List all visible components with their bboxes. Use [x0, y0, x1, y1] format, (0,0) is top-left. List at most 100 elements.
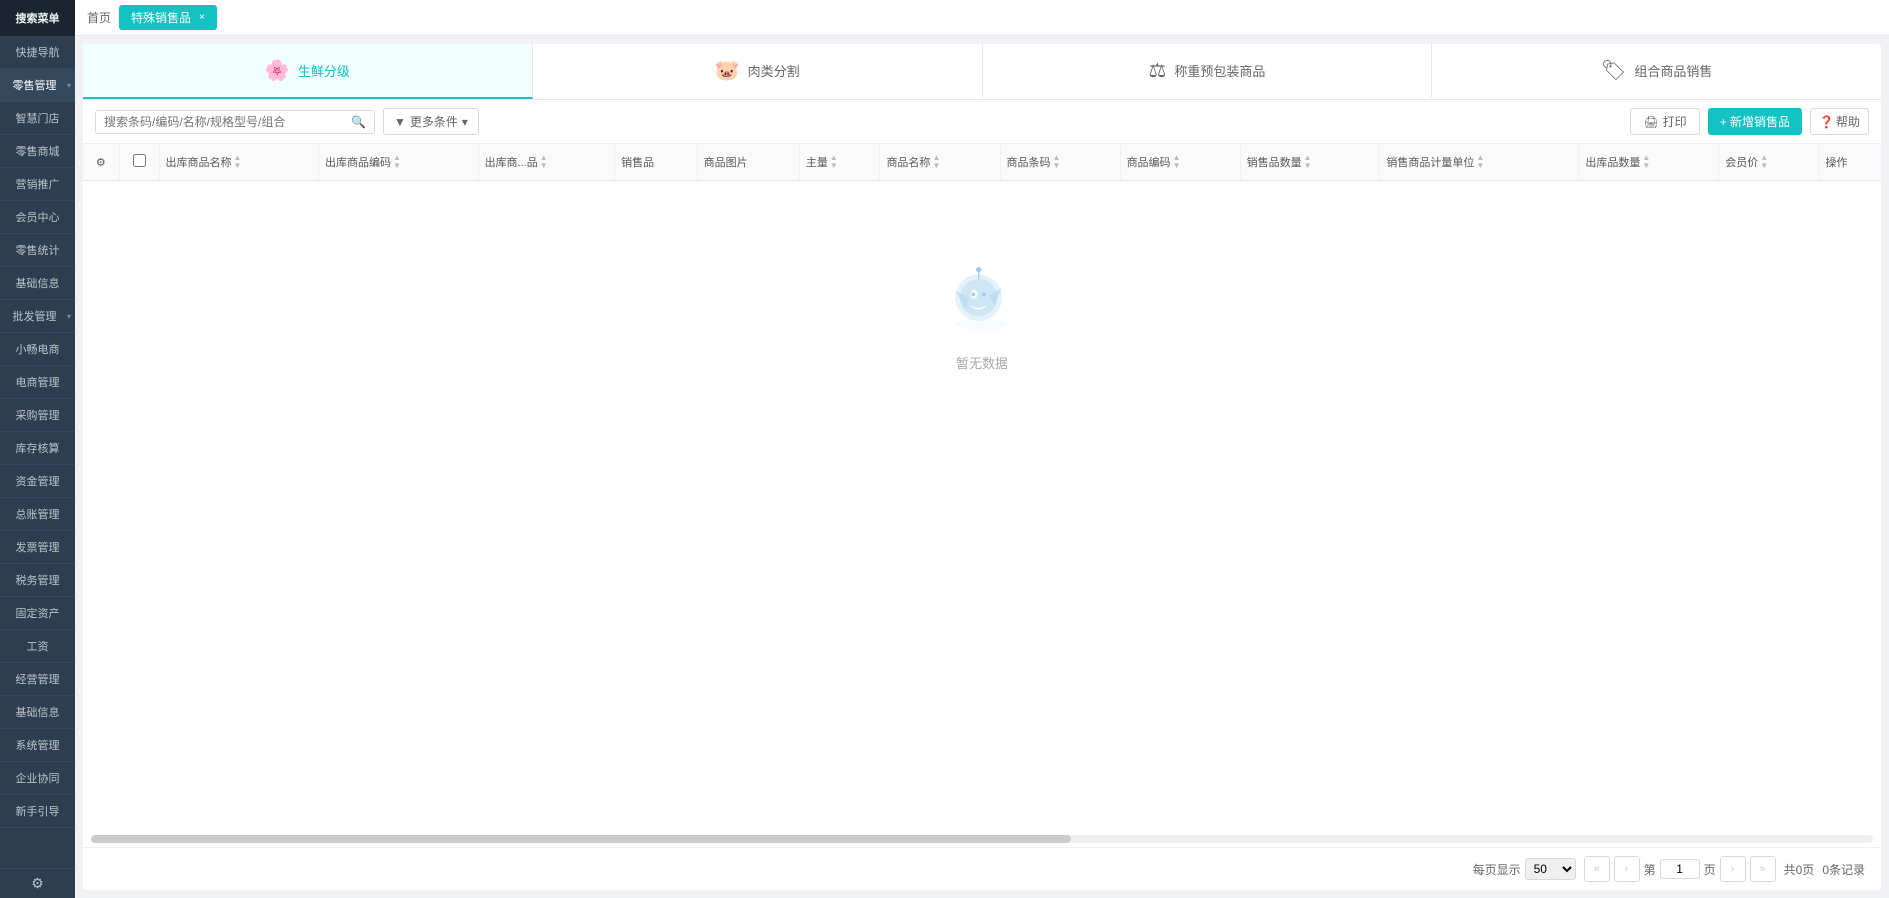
prev-page-button[interactable]: ‹	[1614, 856, 1640, 882]
sidebar-item-retail-mall[interactable]: 零售商城	[0, 135, 75, 168]
sort-icon-9[interactable]: ▲▼	[1476, 154, 1484, 170]
print-label: 打印	[1663, 113, 1687, 130]
sidebar-item-basic-info[interactable]: 基础信息	[0, 267, 75, 300]
sort-icon-7[interactable]: ▲▼	[1173, 154, 1181, 170]
empty-state: 暂无数据	[83, 181, 1881, 452]
table-header: ⚙ 出库商品名称 ▲▼ 出库	[83, 144, 1881, 181]
sidebar-item-member-center[interactable]: 会员中心	[0, 201, 75, 234]
filter-label: 更多条件	[410, 113, 458, 130]
category-tabs: 🌸 生鲜分级 🐷 肉类分割 ⚖ 称重预包装商品 🏷 组合商品销售	[83, 44, 1881, 100]
sidebar-item-mini-ecom[interactable]: 小畅电商	[0, 333, 75, 366]
th-checkbox[interactable]	[119, 144, 159, 181]
sort-icon-11[interactable]: ▲▼	[1760, 154, 1768, 170]
print-icon: 🖨	[1643, 115, 1658, 129]
th-item-barcode[interactable]: 商品条码 ▲▼	[1000, 144, 1120, 181]
per-page-select[interactable]: 10 20 50 100	[1525, 858, 1576, 880]
topbar: 首页 特殊销售品 ×	[75, 0, 1889, 36]
sidebar-logo[interactable]: 搜索菜单	[0, 0, 75, 36]
first-page-button[interactable]: «	[1584, 856, 1610, 882]
close-tab-icon[interactable]: ×	[199, 12, 205, 23]
th-item-name[interactable]: 商品名称 ▲▼	[880, 144, 1000, 181]
sidebar-item-inventory-check[interactable]: 库存核算	[0, 432, 75, 465]
sidebar-item-basic-info2[interactable]: 基础信息	[0, 696, 75, 729]
sidebar-item-sys-mgmt[interactable]: 系统管理	[0, 729, 75, 762]
th-setting[interactable]: ⚙	[83, 144, 119, 181]
page-size-selector[interactable]: 每页显示 10 20 50 100	[1473, 858, 1576, 880]
horizontal-scrollbar[interactable]	[91, 835, 1873, 843]
sidebar-item-sales-promo[interactable]: 营销推广	[0, 168, 75, 201]
sort-icon-3[interactable]: ▲▼	[540, 154, 548, 170]
th-out-code[interactable]: 出库商品编码 ▲▼	[319, 144, 479, 181]
home-breadcrumb[interactable]: 首页	[87, 9, 111, 26]
sidebar-item-wholesale-mgmt[interactable]: 批发管理 ▾	[0, 300, 75, 333]
add-label: + 新增销售品	[1720, 113, 1790, 130]
sidebar-item-retail-stats[interactable]: 零售统计	[0, 234, 75, 267]
sidebar-item-new-guide[interactable]: 新手引导	[0, 795, 75, 828]
sidebar-item-fixed-assets[interactable]: 固定资产	[0, 597, 75, 630]
sort-icon-4[interactable]: ▲▼	[830, 154, 838, 170]
toolbar-right: 🖨 打印 + 新增销售品 ❓ 帮助	[1630, 108, 1869, 135]
th-sale-qty[interactable]: 销售品数量 ▲▼	[1240, 144, 1380, 181]
th-out-spec[interactable]: 出库商...品 ▲▼	[478, 144, 615, 181]
sidebar-item-ops-mgmt[interactable]: 经营管理	[0, 663, 75, 696]
per-page-label: 每页显示	[1473, 861, 1521, 878]
search-icon[interactable]: 🔍	[351, 115, 366, 129]
page-label: 第	[1644, 861, 1656, 878]
sort-icon-6[interactable]: ▲▼	[1053, 154, 1061, 170]
page-nav: « ‹ 第 页 › »	[1584, 856, 1776, 882]
tab-meat-cut[interactable]: 🐷 肉类分割	[533, 44, 983, 99]
help-button[interactable]: ❓ 帮助	[1810, 108, 1869, 135]
page-number-input[interactable]	[1660, 859, 1700, 879]
help-label: 帮助	[1836, 113, 1860, 130]
sort-icon-2[interactable]: ▲▼	[393, 154, 401, 170]
last-page-button[interactable]: »	[1750, 856, 1776, 882]
active-tab-label: 特殊销售品	[131, 9, 191, 26]
search-input[interactable]	[104, 115, 347, 129]
sidebar-item-general-ledger[interactable]: 总账管理	[0, 498, 75, 531]
th-main[interactable]: 主量 ▲▼	[799, 144, 880, 181]
tab-weigh-pack[interactable]: ⚖ 称重预包装商品	[983, 44, 1433, 99]
sidebar-item-quick-nav[interactable]: 快捷导航	[0, 36, 75, 69]
select-all-checkbox[interactable]	[133, 154, 146, 167]
sort-icon-5[interactable]: ▲▼	[932, 154, 940, 170]
th-sale-unit[interactable]: 销售商品计量单位 ▲▼	[1380, 144, 1579, 181]
sidebar-item-purchase-mgmt[interactable]: 采购管理	[0, 399, 75, 432]
tab-combo[interactable]: 🏷 组合商品销售	[1432, 44, 1881, 99]
scrollbar-thumb[interactable]	[91, 835, 1071, 843]
sidebar-item-corp-agreement[interactable]: 企业协同	[0, 762, 75, 795]
sidebar-item-invoice-mgmt[interactable]: 发票管理	[0, 531, 75, 564]
sort-icon-10[interactable]: ▲▼	[1642, 154, 1650, 170]
sidebar-item-payroll[interactable]: 工资	[0, 630, 75, 663]
sidebar-item-finance-mgmt[interactable]: 资金管理	[0, 465, 75, 498]
meat-cut-icon: 🐷	[715, 58, 740, 83]
help-icon: ❓	[1819, 115, 1834, 129]
tab-fresh-grade-label: 生鲜分级	[298, 61, 350, 80]
combo-icon: 🏷	[1601, 58, 1626, 83]
main-content: 首页 特殊销售品 × 🌸 生鲜分级 🐷 肉类分割 ⚖ 称重预包装商品 🏷 组合商…	[75, 0, 1889, 898]
th-out-qty[interactable]: 出库品数量 ▲▼	[1579, 144, 1719, 181]
print-button[interactable]: 🖨 打印	[1630, 108, 1699, 135]
data-table: ⚙ 出库商品名称 ▲▼ 出库	[83, 144, 1881, 452]
filter-button[interactable]: ▼ 更多条件 ▾	[383, 108, 479, 135]
search-box[interactable]: 🔍	[95, 110, 375, 134]
total-records: 0条记录	[1822, 861, 1865, 878]
settings-icon[interactable]: ⚙	[0, 868, 75, 898]
chevron-down-icon-2: ▾	[67, 312, 71, 321]
sidebar-item-tax-mgmt[interactable]: 税务管理	[0, 564, 75, 597]
tab-fresh-grade[interactable]: 🌸 生鲜分级	[83, 44, 533, 99]
tab-meat-cut-label: 肉类分割	[748, 61, 800, 80]
active-tab[interactable]: 特殊销售品 ×	[119, 5, 217, 30]
empty-icon	[942, 261, 1022, 341]
table-container: ⚙ 出库商品名称 ▲▼ 出库	[83, 144, 1881, 835]
tab-weigh-pack-label: 称重预包装商品	[1174, 61, 1265, 80]
next-page-button[interactable]: ›	[1720, 856, 1746, 882]
sort-icon[interactable]: ▲▼	[234, 154, 242, 170]
sort-icon-8[interactable]: ▲▼	[1304, 154, 1312, 170]
add-product-button[interactable]: + 新增销售品	[1708, 108, 1802, 135]
sidebar-item-ecom-mgmt[interactable]: 电商管理	[0, 366, 75, 399]
sidebar-item-smart-store[interactable]: 智慧门店	[0, 102, 75, 135]
th-item-code[interactable]: 商品编码 ▲▼	[1120, 144, 1240, 181]
th-member-price[interactable]: 会员价 ▲▼	[1719, 144, 1819, 181]
th-out-name[interactable]: 出库商品名称 ▲▼	[159, 144, 319, 181]
sidebar-item-retail-mgmt[interactable]: 零售管理 ▾	[0, 69, 75, 102]
